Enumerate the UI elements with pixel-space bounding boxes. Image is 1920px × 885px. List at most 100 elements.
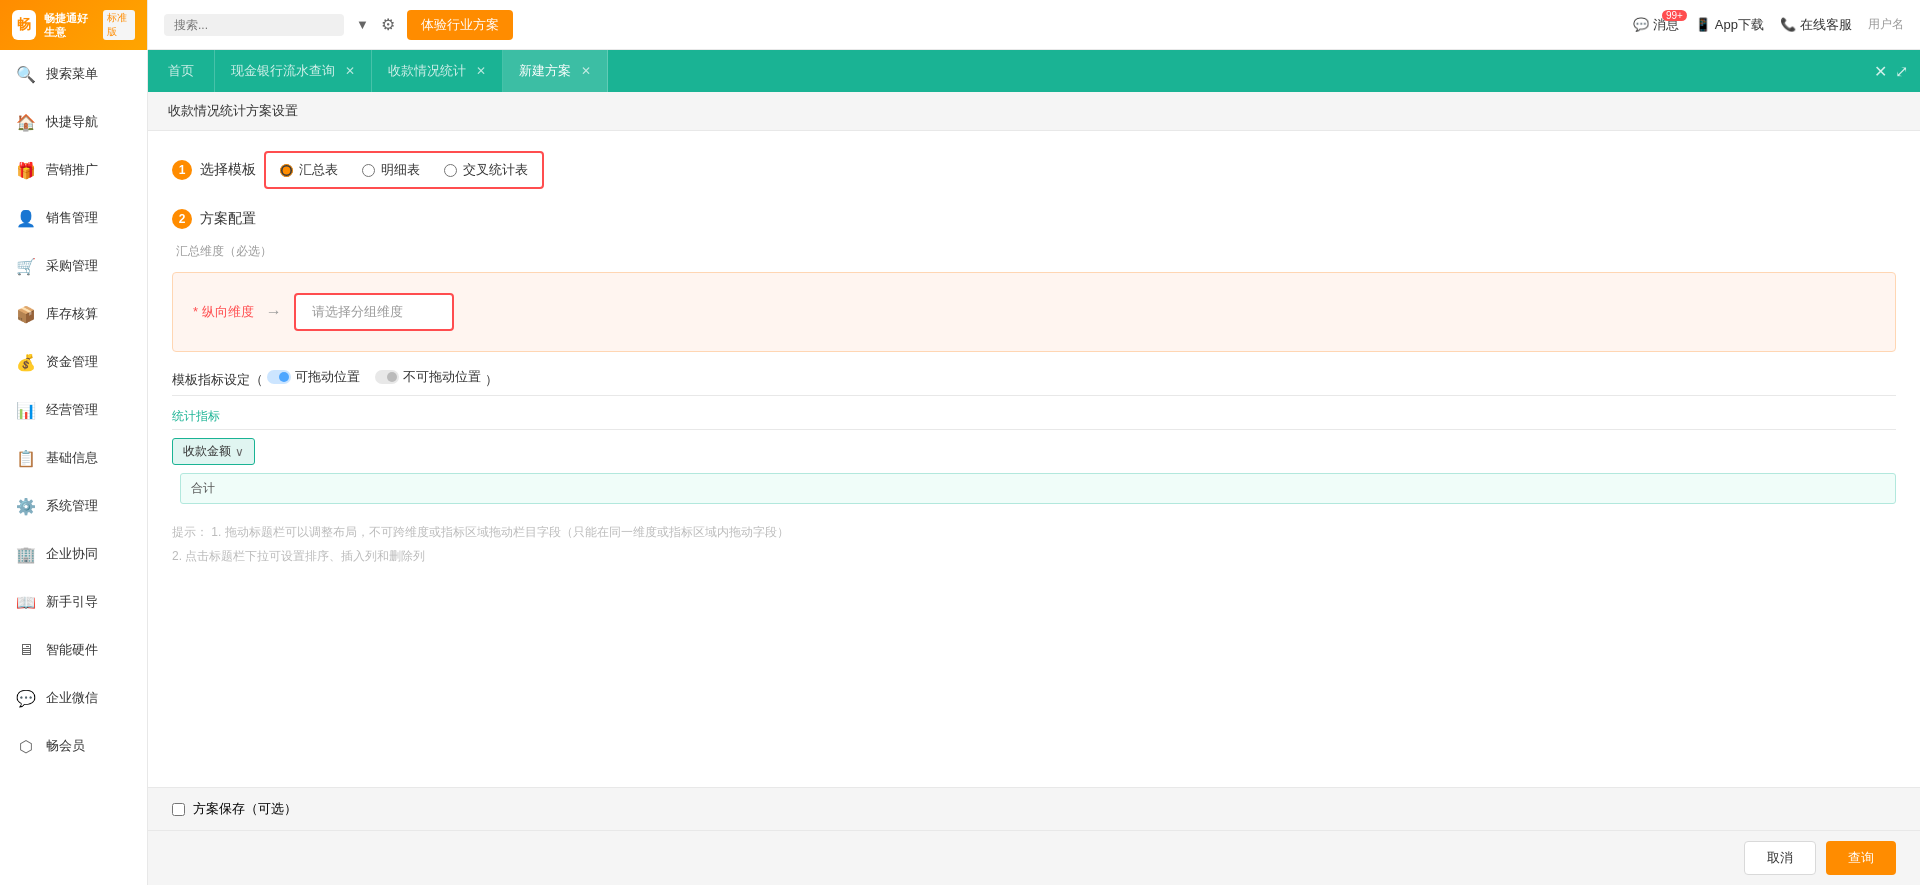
- sidebar-item-quick-nav[interactable]: 🏠 快捷导航: [0, 98, 147, 146]
- step1-number: 1: [172, 160, 192, 180]
- page-title: 收款情况统计方案设置: [148, 92, 1920, 131]
- save-option-checkbox[interactable]: [172, 803, 185, 816]
- sidebar-item-label: 经营管理: [46, 401, 98, 419]
- tip2: 2. 点击标题栏下拉可设置排序、插入列和删除列: [172, 544, 1896, 568]
- metrics-section: 统计指标 收款金额 ∨ 合计: [172, 408, 1896, 504]
- marketing-icon: 🎁: [16, 161, 36, 180]
- sidebar-logo: 畅 畅捷通好生意 标准版: [0, 0, 147, 50]
- topbar-gear-icon[interactable]: ⚙: [381, 15, 395, 34]
- tab-new-plan-close[interactable]: ✕: [581, 64, 591, 78]
- sidebar-item-label: 搜索菜单: [46, 65, 98, 83]
- cancel-button[interactable]: 取消: [1744, 841, 1816, 875]
- legend-movable-label: 可拖动位置: [295, 368, 360, 386]
- service-icon: 📞: [1780, 17, 1796, 32]
- hardware-icon: 🖥: [16, 641, 36, 659]
- fixed-toggle-icon: [375, 370, 399, 384]
- sidebar-item-member[interactable]: ⬡ 畅会员: [0, 722, 147, 770]
- tab-home-label: 首页: [168, 62, 194, 80]
- app-download[interactable]: 📱 App下载: [1695, 16, 1764, 34]
- topbar-dropdown-icon[interactable]: ▼: [356, 17, 369, 32]
- tip-section: 提示： 1. 拖动标题栏可以调整布局，不可跨维度或指标区域拖动栏目字段（只能在同…: [172, 520, 1896, 568]
- sidebar: 畅 畅捷通好生意 标准版 🔍 搜索菜单 🏠 快捷导航 🎁 营销推广 👤 销售管理…: [0, 0, 148, 885]
- radio-summary-label: 汇总表: [299, 161, 338, 179]
- sidebar-item-label: 新手引导: [46, 593, 98, 611]
- logo-badge: 标准版: [103, 10, 135, 40]
- sidebar-item-search-menu[interactable]: 🔍 搜索菜单: [0, 50, 147, 98]
- radio-detail-input[interactable]: [362, 164, 375, 177]
- sidebar-item-label: 快捷导航: [46, 113, 98, 131]
- metrics-header: 模板指标设定（ 可拖动位置 不可拖动位置 ）: [172, 368, 1896, 396]
- tab-home[interactable]: 首页: [148, 50, 215, 92]
- search-menu-icon: 🔍: [16, 65, 36, 84]
- message-badge[interactable]: 💬 消息 99+: [1633, 16, 1679, 34]
- metrics-chip-row: 收款金额 ∨: [172, 438, 1896, 465]
- dimension-select-box[interactable]: 请选择分组维度: [294, 293, 454, 331]
- topbar-right: 💬 消息 99+ 📱 App下载 📞 在线客服 用户名: [1633, 16, 1904, 34]
- sidebar-item-label: 畅会员: [46, 737, 85, 755]
- sidebar-item-label: 资金管理: [46, 353, 98, 371]
- step2-section: 2 方案配置 汇总维度（必选） * 纵向维度 → 请选择分组维度: [172, 209, 1896, 568]
- topbar: ▼ ⚙ 体验行业方案 💬 消息 99+ 📱 App下载 📞 在线客服 用户名: [148, 0, 1920, 50]
- sidebar-item-inventory[interactable]: 📦 库存核算: [0, 290, 147, 338]
- step1-header: 1 选择模板 汇总表 明细表 交叉统计表: [172, 151, 1896, 189]
- radio-detail-label: 明细表: [381, 161, 420, 179]
- sidebar-item-basic-info[interactable]: 📋 基础信息: [0, 434, 147, 482]
- dimension-arrow-icon: →: [266, 303, 282, 321]
- tab-bank-flow[interactable]: 现金银行流水查询 ✕: [215, 50, 372, 92]
- topbar-search-input[interactable]: [164, 14, 344, 36]
- metrics-chip-collection-amount[interactable]: 收款金额 ∨: [172, 438, 255, 465]
- tab-bank-flow-label: 现金银行流水查询: [231, 62, 335, 80]
- chip-label: 收款金额: [183, 443, 231, 460]
- app-icon: 📱: [1695, 17, 1711, 32]
- industry-btn[interactable]: 体验行业方案: [407, 10, 513, 40]
- radio-summary-input[interactable]: [280, 164, 293, 177]
- radio-detail[interactable]: 明细表: [362, 161, 420, 179]
- radio-summary[interactable]: 汇总表: [280, 161, 338, 179]
- query-button[interactable]: 查询: [1826, 841, 1896, 875]
- dimension-row-label: * 纵向维度: [193, 303, 254, 321]
- sidebar-item-label: 销售管理: [46, 209, 98, 227]
- tab-new-plan[interactable]: 新建方案 ✕: [503, 50, 608, 92]
- online-service[interactable]: 📞 在线客服: [1780, 16, 1852, 34]
- legend-movable: 可拖动位置: [267, 368, 360, 386]
- dimension-row: * 纵向维度 → 请选择分组维度: [193, 293, 1875, 331]
- subrow-label: 合计: [191, 481, 215, 495]
- sidebar-item-sales[interactable]: 👤 销售管理: [0, 194, 147, 242]
- template-options: 汇总表 明细表 交叉统计表: [264, 151, 544, 189]
- radio-crosstab[interactable]: 交叉统计表: [444, 161, 528, 179]
- message-count: 99+: [1662, 10, 1687, 21]
- main-area: ▼ ⚙ 体验行业方案 💬 消息 99+ 📱 App下载 📞 在线客服 用户名 首…: [148, 0, 1920, 885]
- tab-bank-flow-close[interactable]: ✕: [345, 64, 355, 78]
- finance-icon: 💰: [16, 353, 36, 372]
- quick-nav-icon: 🏠: [16, 113, 36, 132]
- sidebar-item-operations[interactable]: 📊 经营管理: [0, 386, 147, 434]
- sidebar-item-wechat[interactable]: 💬 企业微信: [0, 674, 147, 722]
- sidebar-item-label: 采购管理: [46, 257, 98, 275]
- tip1: 提示： 1. 拖动标题栏可以调整布局，不可跨维度或指标区域拖动栏目字段（只能在同…: [172, 520, 1896, 544]
- sidebar-item-marketing[interactable]: 🎁 营销推广: [0, 146, 147, 194]
- guide-icon: 📖: [16, 593, 36, 612]
- tab-collection-stats-close[interactable]: ✕: [476, 64, 486, 78]
- save-option-label: 方案保存（可选）: [193, 800, 297, 818]
- tab-collection-stats[interactable]: 收款情况统计 ✕: [372, 50, 503, 92]
- radio-crosstab-input[interactable]: [444, 164, 457, 177]
- operations-icon: 📊: [16, 401, 36, 420]
- service-label: 在线客服: [1800, 16, 1852, 34]
- sidebar-item-guide[interactable]: 📖 新手引导: [0, 578, 147, 626]
- content-area: 收款情况统计方案设置 1 选择模板 汇总表 明细表: [148, 92, 1920, 885]
- sidebar-item-label: 企业协同: [46, 545, 98, 563]
- sidebar-item-enterprise[interactable]: 🏢 企业协同: [0, 530, 147, 578]
- movable-toggle-icon: [267, 370, 291, 384]
- sidebar-item-finance[interactable]: 💰 资金管理: [0, 338, 147, 386]
- tab-maximize-icon[interactable]: ⤢: [1895, 62, 1908, 81]
- tab-close-window-icon[interactable]: ✕: [1874, 62, 1887, 81]
- sidebar-item-hardware[interactable]: 🖥 智能硬件: [0, 626, 147, 674]
- sidebar-item-system[interactable]: ⚙️ 系统管理: [0, 482, 147, 530]
- sidebar-item-label: 库存核算: [46, 305, 98, 323]
- step1-title: 选择模板: [200, 161, 256, 179]
- sidebar-item-purchase[interactable]: 🛒 采购管理: [0, 242, 147, 290]
- step1-section: 1 选择模板 汇总表 明细表 交叉统计表: [172, 151, 1896, 189]
- sidebar-item-label: 系统管理: [46, 497, 98, 515]
- save-option-bar: 方案保存（可选）: [148, 787, 1920, 830]
- step2-title: 方案配置: [200, 210, 256, 228]
